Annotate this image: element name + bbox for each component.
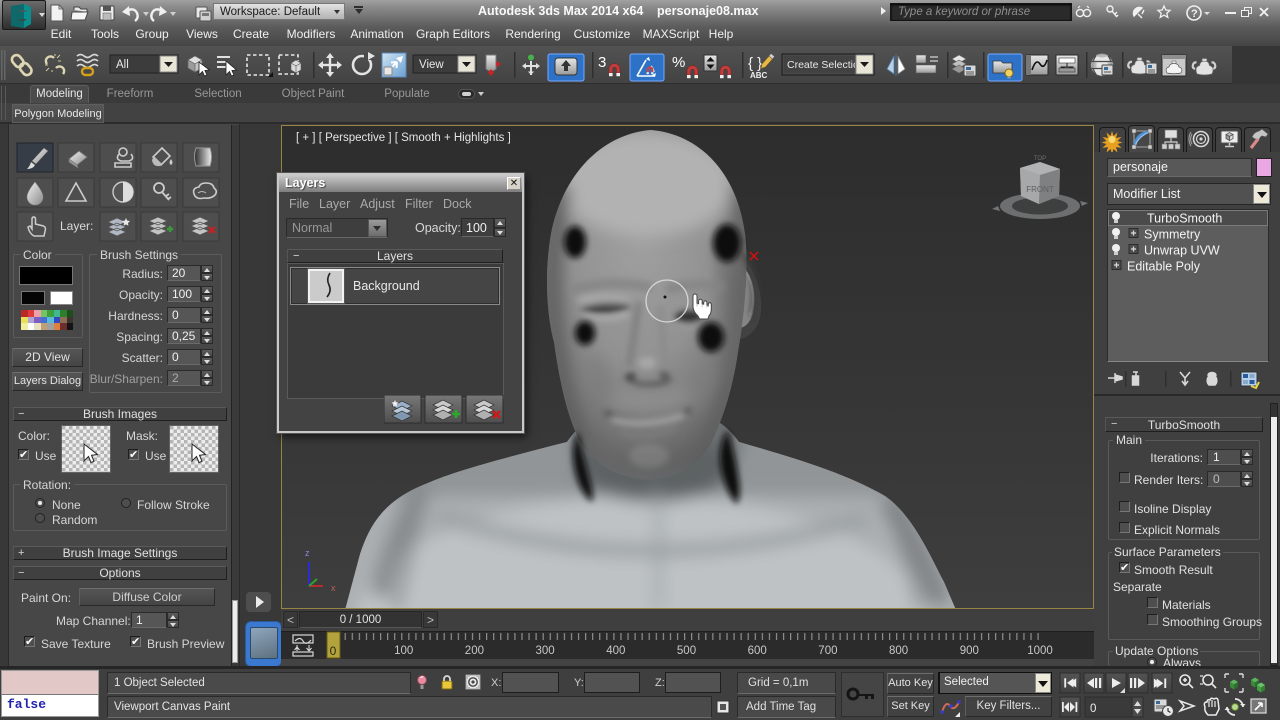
svg-text:3: 3 [598,54,606,71]
svg-text:?: ? [1191,8,1198,20]
svg-text:Symmetry: Symmetry [1144,228,1201,242]
svg-text:FRONT: FRONT [1026,185,1054,194]
svg-text:x: x [331,583,336,593]
svg-text:0: 0 [1090,703,1096,715]
svg-text:300: 300 [536,645,555,657]
svg-text:TOP: TOP [1034,156,1046,162]
svg-text:100: 100 [394,645,413,657]
svg-text:View: View [419,59,444,71]
svg-text:[ + ] [ Perspective ] [ Smooth: [ + ] [ Perspective ] [ Smooth + Highlig… [296,132,511,144]
svg-text:0: 0 [330,644,337,658]
svg-text:TurboSmooth: TurboSmooth [1147,212,1222,226]
svg-text:ABC: ABC [750,71,768,80]
svg-text:700: 700 [818,645,837,657]
svg-text:200: 200 [465,645,484,657]
svg-text:800: 800 [889,645,908,657]
svg-text:All: All [116,59,129,71]
svg-text:1000: 1000 [1027,645,1053,657]
svg-text:400: 400 [606,645,625,657]
svg-text:{ }: { } [748,55,762,72]
svg-text:900: 900 [960,645,979,657]
svg-text:%: % [672,54,685,71]
svg-text:500: 500 [677,645,696,657]
svg-text:600: 600 [748,645,767,657]
svg-text:Unwrap UVW: Unwrap UVW [1144,244,1220,258]
svg-text:z: z [305,548,310,558]
svg-text:Editable Poly: Editable Poly [1127,260,1201,274]
